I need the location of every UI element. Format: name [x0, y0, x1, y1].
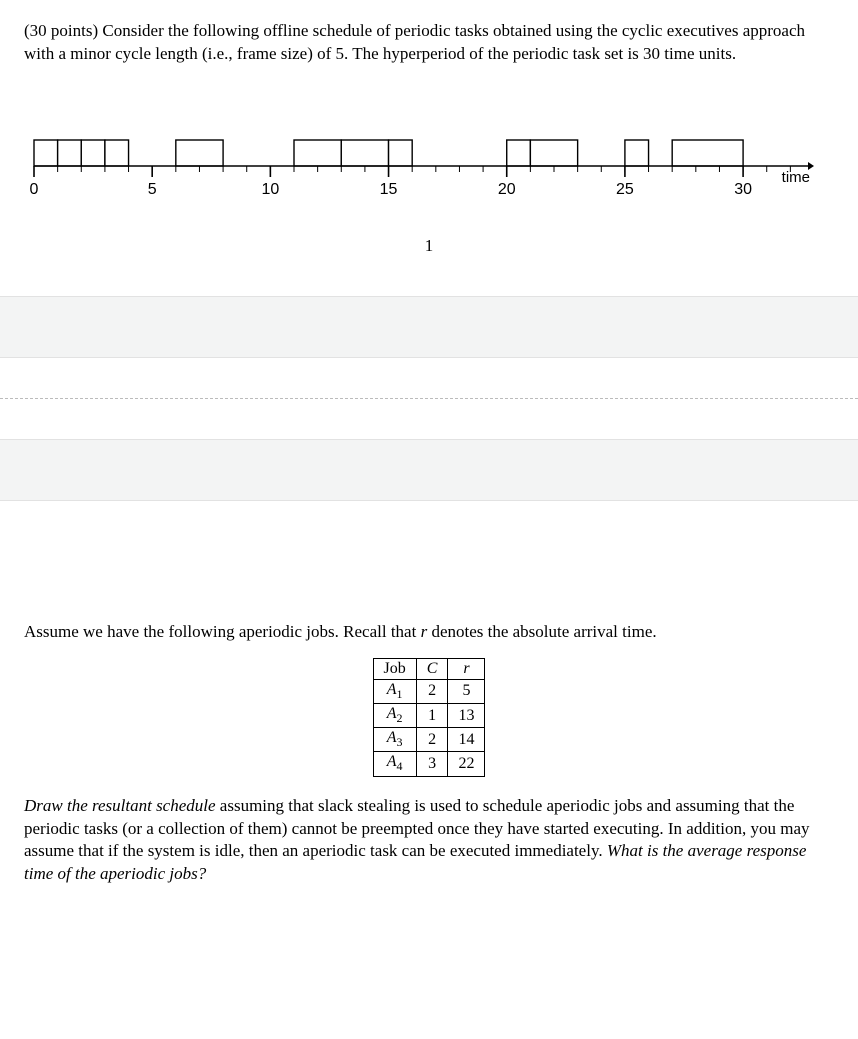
svg-text:5: 5: [148, 181, 157, 198]
aperiodic-intro: Assume we have the following aperiodic j…: [24, 621, 834, 644]
svg-text:time: time: [782, 169, 810, 186]
table-row: A4322: [373, 752, 485, 776]
table-header: C: [416, 658, 448, 679]
intro-paragraph: (30 points) Consider the following offli…: [24, 20, 834, 66]
table-row: A3214: [373, 728, 485, 752]
redacted-gap: [0, 358, 858, 399]
svg-text:10: 10: [261, 181, 279, 198]
page-number: 1: [24, 236, 834, 256]
svg-text:15: 15: [380, 181, 398, 198]
table-header: Job: [373, 658, 416, 679]
table-row: A125: [373, 679, 485, 703]
redacted-region-top: [0, 296, 858, 358]
svg-text:25: 25: [616, 181, 634, 198]
aperiodic-jobs-table: JobCr A125A2113A3214A4322: [373, 658, 486, 777]
redacted-region-bottom: [0, 439, 858, 501]
svg-text:30: 30: [734, 181, 752, 198]
timeline-chart: 0 5 10 15 20 25 30 time: [24, 116, 834, 206]
question-paragraph: Draw the resultant schedule assuming tha…: [24, 795, 834, 887]
svg-text:0: 0: [30, 181, 39, 198]
svg-text:20: 20: [498, 181, 516, 198]
table-header: r: [448, 658, 485, 679]
table-row: A2113: [373, 704, 485, 728]
redacted-gap2: [0, 399, 858, 439]
